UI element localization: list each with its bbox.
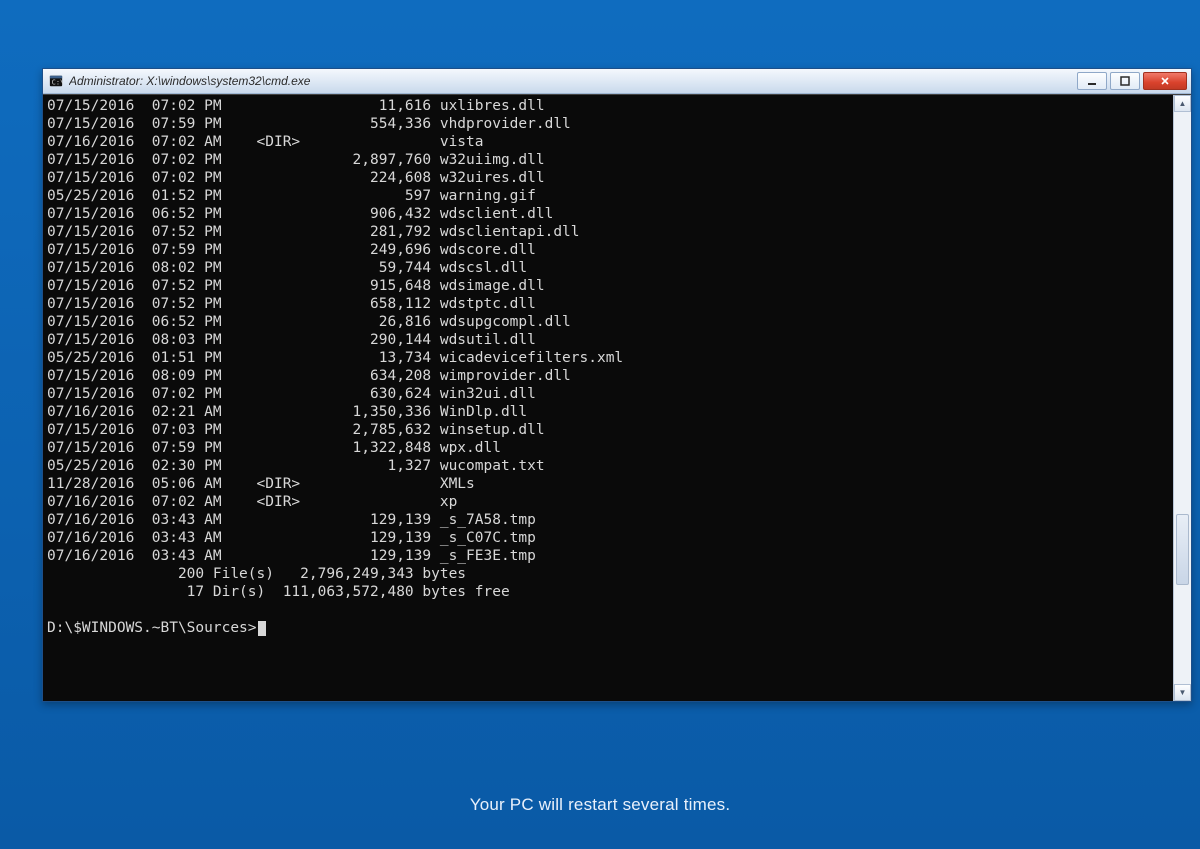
terminal-output[interactable]: 07/15/2016 07:02 PM 11,616 uxlibres.dll … [43, 95, 1173, 701]
maximize-button[interactable] [1110, 72, 1140, 90]
minimize-button[interactable] [1077, 72, 1107, 90]
setup-status-text: Your PC will restart several times. [0, 795, 1200, 815]
close-button[interactable] [1143, 72, 1187, 90]
terminal-area: 07/15/2016 07:02 PM 11,616 uxlibres.dll … [43, 94, 1191, 701]
window-controls [1077, 72, 1187, 90]
cmd-icon: C:\ [49, 74, 63, 88]
cursor [258, 621, 266, 636]
titlebar[interactable]: C:\ Administrator: X:\windows\system32\c… [43, 69, 1191, 94]
window-title: Administrator: X:\windows\system32\cmd.e… [69, 74, 310, 88]
svg-text:C:\: C:\ [52, 79, 63, 87]
prompt-line[interactable]: D:\$WINDOWS.~BT\Sources> [47, 619, 1171, 637]
scroll-up-button[interactable]: ▲ [1174, 95, 1191, 112]
scroll-down-button[interactable]: ▼ [1174, 684, 1191, 701]
scroll-thumb[interactable] [1176, 514, 1189, 585]
scrollbar[interactable]: ▲ ▼ [1173, 95, 1191, 701]
cmd-window: C:\ Administrator: X:\windows\system32\c… [42, 68, 1192, 702]
